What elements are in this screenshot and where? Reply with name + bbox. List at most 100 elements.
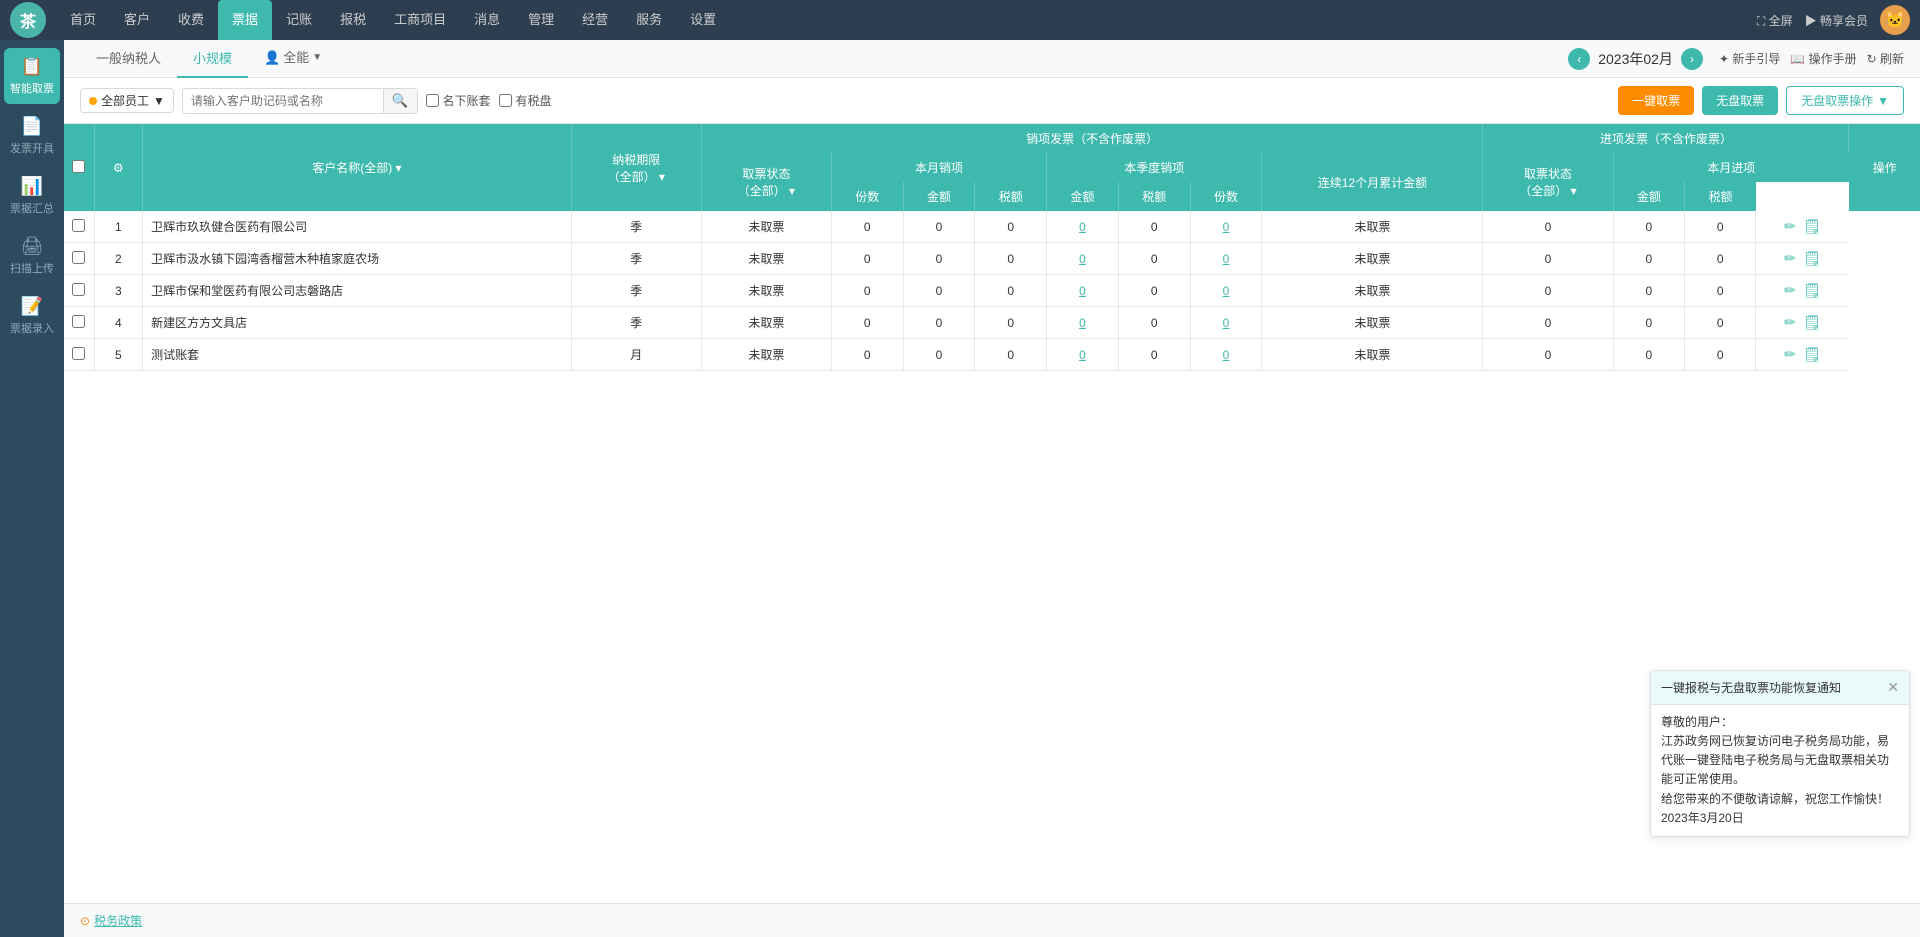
row-checkbox-cell	[64, 211, 94, 243]
row-sale-tax: 0	[975, 339, 1047, 371]
nav-tax[interactable]: 报税	[326, 0, 380, 40]
policy-link[interactable]: 税务政策	[94, 912, 142, 929]
settings-icon[interactable]: ⚙	[113, 161, 124, 175]
nav-items: 首页 客户 收费 票据 记账 报税 工商项目 消息 管理 经营 服务 设置	[56, 0, 1757, 40]
nodisk-btn[interactable]: 无盘取票	[1702, 86, 1778, 115]
nav-service[interactable]: 服务	[622, 0, 676, 40]
accountset-checkbox-label[interactable]: 名下账套	[426, 92, 491, 109]
row-checkbox[interactable]	[72, 347, 85, 360]
notification-popup: 一键报税与无盘取票功能恢复通知 ✕ 尊敬的用户： 江苏政务网已恢复访问电子税务局…	[1650, 670, 1910, 837]
th-quarter-sale: 本季度销项	[1047, 153, 1262, 182]
sub-tabs-bar: 一般纳税人 小规模 👤 全能 ▼ ‹ 2023年02月 › ✦ 新手引导 📖 操…	[64, 40, 1920, 78]
th-purchase-count: 份数	[1190, 182, 1262, 211]
row-checkbox[interactable]	[72, 219, 85, 232]
taxdisk-checkbox-label[interactable]: 有税盘	[499, 92, 552, 109]
accountset-checkbox[interactable]	[426, 94, 439, 107]
nav-business[interactable]: 工商项目	[380, 0, 460, 40]
row-sale-amount: 0	[903, 307, 975, 339]
top-nav: 茶 首页 客户 收费 票据 记账 报税 工商项目 消息 管理 经营 服务 设置 …	[0, 0, 1920, 40]
sub-tabs-right: ✦ 新手引导 📖 操作手册 ↻ 刷新	[1719, 50, 1904, 67]
toolbar: 全部员工 ▼ 🔍 名下账套 有税盘 一键取票 无盘取票 无盘取票操作	[64, 78, 1920, 124]
nav-manage[interactable]: 管理	[514, 0, 568, 40]
sidebar-item-summary[interactable]: 📊 票据汇总	[4, 168, 60, 224]
edit-icon[interactable]: ✏	[1784, 346, 1796, 362]
row-checkbox[interactable]	[72, 315, 85, 328]
row-actions: ✏ 🗒	[1756, 211, 1849, 243]
edit-icon[interactable]: ✏	[1784, 282, 1796, 298]
onekey-btn[interactable]: 一键取票	[1618, 86, 1694, 115]
nav-invoice[interactable]: 票据	[218, 0, 272, 40]
th-purchase-group: 进项发票（不含作废票）	[1483, 124, 1849, 153]
period-prev[interactable]: ‹	[1568, 48, 1590, 70]
main-content: 一般纳税人 小规模 👤 全能 ▼ ‹ 2023年02月 › ✦ 新手引导 📖 操…	[64, 40, 1920, 937]
period-next[interactable]: ›	[1681, 48, 1703, 70]
row-purchase-status: 未取票	[1262, 211, 1483, 243]
guide-link[interactable]: ✦ 新手引导	[1719, 50, 1780, 67]
sidebar-item-smart-fetch[interactable]: 📋 智能取票	[4, 48, 60, 104]
tab-all[interactable]: 👤 全能 ▼	[248, 40, 338, 78]
nav-bookkeeping[interactable]: 记账	[272, 0, 326, 40]
row-purchase-count: 0	[1483, 339, 1613, 371]
select-all-checkbox[interactable]	[72, 160, 85, 173]
tab-general[interactable]: 一般纳税人	[80, 40, 177, 78]
th-customer: 客户名称(全部) ▾	[143, 124, 572, 211]
sidebar-item-entry[interactable]: 📝 票据录入	[4, 288, 60, 344]
row-period: 季	[571, 211, 701, 243]
summary-icon: 📊	[21, 176, 43, 197]
vip-btn[interactable]: ▶ 畅享会员	[1805, 12, 1868, 29]
chevron-down-icon: ▼	[153, 94, 165, 108]
nav-billing[interactable]: 收费	[164, 0, 218, 40]
edit-icon[interactable]: ✏	[1784, 218, 1796, 234]
fullscreen-btn[interactable]: ⛶ 全屏	[1757, 12, 1793, 29]
row-checkbox[interactable]	[72, 283, 85, 296]
search-input[interactable]	[183, 91, 383, 111]
th-qsale-amount: 金额	[1047, 182, 1119, 211]
nooperation-btn[interactable]: 无盘取票操作 ▼	[1786, 86, 1904, 115]
app-logo: 茶	[10, 2, 46, 38]
sidebar-item-label: 扫描上传	[10, 260, 54, 276]
edit-icon[interactable]: ✏	[1784, 314, 1796, 330]
taxdisk-checkbox[interactable]	[499, 94, 512, 107]
row-sale-count: 0	[831, 211, 903, 243]
nav-operate[interactable]: 经营	[568, 0, 622, 40]
row-qsale-amount: 0	[1047, 243, 1119, 275]
detail-icon[interactable]: 🗒	[1803, 218, 1821, 234]
detail-icon[interactable]: 🗒	[1803, 346, 1821, 362]
nav-message[interactable]: 消息	[460, 0, 514, 40]
row-checkbox[interactable]	[72, 251, 85, 264]
notification-text: 尊敬的用户： 江苏政务网已恢复访问电子税务局功能，易代账一键登陆电子税务局与无盘…	[1661, 713, 1899, 828]
edit-icon[interactable]: ✏	[1784, 250, 1796, 266]
detail-icon[interactable]: 🗒	[1803, 250, 1821, 266]
row-purchase-count: 0	[1483, 275, 1613, 307]
row-qsale-amount: 0	[1047, 275, 1119, 307]
nav-settings[interactable]: 设置	[676, 0, 730, 40]
row-purchase-tax: 0	[1685, 211, 1756, 243]
manual-link[interactable]: 📖 操作手册	[1790, 50, 1856, 67]
row-qsale-tax: 0	[1118, 243, 1190, 275]
period-label: 2023年02月	[1598, 49, 1673, 69]
footer: ⊙ 税务政策	[64, 903, 1920, 937]
table-row: 4 新建区方方文具店 季 未取票 0 0 0 0 0 0 未取票 0 0 0 ✏…	[64, 307, 1920, 339]
employee-select[interactable]: 全部员工 ▼	[80, 88, 174, 113]
smart-fetch-icon: 📋	[21, 56, 43, 77]
nav-customer[interactable]: 客户	[110, 0, 164, 40]
search-btn[interactable]: 🔍	[383, 89, 417, 113]
notification-close-btn[interactable]: ✕	[1887, 679, 1899, 696]
user-avatar[interactable]: 🐱	[1880, 5, 1910, 35]
tab-small[interactable]: 小规模	[177, 40, 248, 78]
row-period: 季	[571, 307, 701, 339]
toolbar-right: 一键取票 无盘取票 无盘取票操作 ▼	[1618, 86, 1904, 115]
sidebar-item-scan[interactable]: 🖨 扫描上传	[4, 228, 60, 284]
nav-home[interactable]: 首页	[56, 0, 110, 40]
refresh-btn[interactable]: ↻ 刷新	[1867, 50, 1904, 67]
detail-icon[interactable]: 🗒	[1803, 282, 1821, 298]
row-actions: ✏ 🗒	[1756, 275, 1849, 307]
th-purchase-status: 取票状态（全部） ▾	[1483, 153, 1613, 211]
sidebar-item-issue[interactable]: 📄 发票开具	[4, 108, 60, 164]
detail-icon[interactable]: 🗒	[1803, 314, 1821, 330]
th-sale-status: 取票状态（全部） ▾	[701, 153, 831, 211]
row-sale-count: 0	[831, 339, 903, 371]
th-month-sale: 本月销项	[831, 153, 1046, 182]
th-checkbox	[64, 124, 94, 211]
row-cumulative: 0	[1190, 307, 1262, 339]
